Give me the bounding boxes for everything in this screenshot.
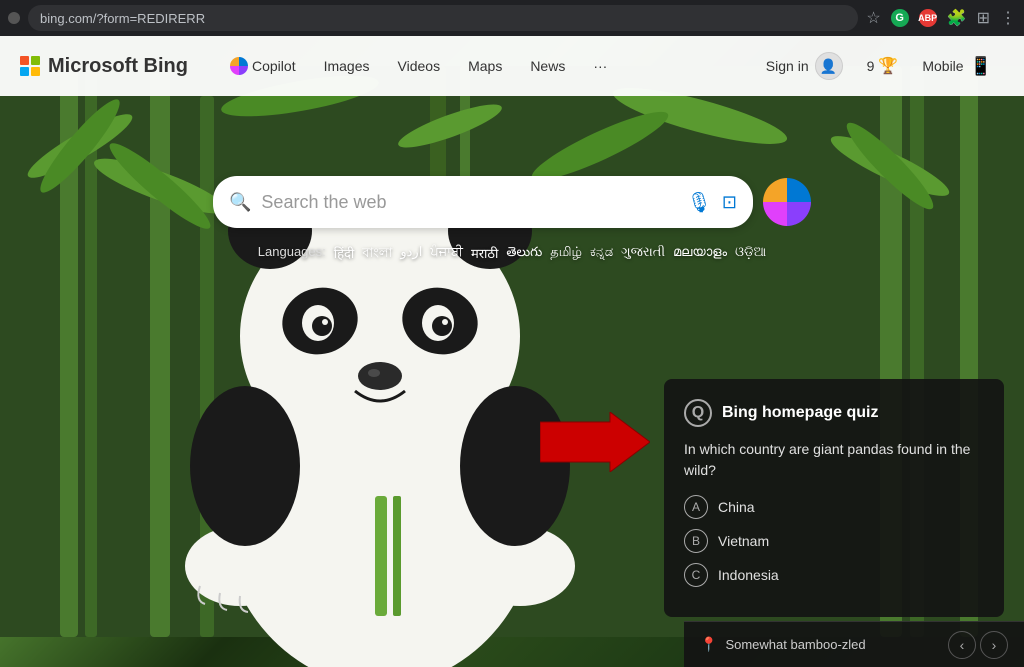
quiz-panel: Q Bing homepage quiz In which country ar…	[664, 379, 1004, 617]
location-text: Somewhat bamboo-zled	[725, 637, 865, 652]
nav-maps[interactable]: Maps	[456, 52, 514, 80]
microsoft-squares-icon	[20, 56, 40, 76]
lang-odia[interactable]: ଓଡ଼ିଆ	[735, 244, 766, 265]
lang-kannada[interactable]: ಕನ್ನಡ	[590, 244, 613, 265]
browser-toolbar: ☆ G ABP 🧩 ⊞ ⋮	[866, 8, 1016, 28]
option-c-text: Indonesia	[718, 567, 779, 583]
sidebar-icon[interactable]: ⊞	[977, 8, 990, 28]
prev-arrow-button[interactable]: ‹	[948, 631, 976, 659]
bing-logo-text: Microsoft Bing	[48, 55, 188, 78]
quiz-option-a[interactable]: A China	[684, 495, 984, 519]
address-text: bing.com/?form=REDIRERR	[40, 11, 205, 26]
ms-square-green	[31, 56, 40, 65]
bing-logo[interactable]: Microsoft Bing	[20, 55, 188, 78]
mobile-phone-icon: 📱	[970, 56, 992, 77]
microphone-icon[interactable]: 🎙	[687, 190, 712, 215]
option-b-text: Vietnam	[718, 533, 769, 549]
search-area: 🔍 🎙 ⊡ Languages: हिंदी বাংলা اردو ਪੰਜਾਬੀ…	[0, 96, 1024, 265]
lang-urdu[interactable]: اردو	[400, 244, 422, 265]
nav-news-label: News	[530, 58, 565, 74]
ms-square-red	[20, 56, 29, 65]
nav-images[interactable]: Images	[312, 52, 382, 80]
lang-marathi[interactable]: मराठी	[471, 244, 498, 265]
nav-maps-label: Maps	[468, 58, 502, 74]
trophy-icon: 🏆	[878, 56, 898, 76]
search-input[interactable]	[261, 192, 676, 213]
copilot-icon	[230, 57, 248, 75]
quiz-question: In which country are giant pandas found …	[684, 439, 984, 481]
lang-malayalam[interactable]: മലയാളം	[673, 244, 727, 265]
browser-chrome: bing.com/?form=REDIRERR ☆ G ABP 🧩 ⊞ ⋮	[0, 0, 1024, 36]
mobile-label: Mobile	[922, 58, 963, 74]
user-avatar-icon: 👤	[815, 52, 843, 80]
nav-copilot-label: Copilot	[252, 58, 296, 74]
quiz-icon: Q	[684, 399, 712, 427]
sign-in-button[interactable]: Sign in 👤	[754, 46, 855, 86]
option-c-circle: C	[684, 563, 708, 587]
copilot-button[interactable]	[763, 178, 811, 226]
mobile-button[interactable]: Mobile 📱	[910, 50, 1004, 83]
browser-dot	[8, 12, 20, 24]
next-arrow-button[interactable]: ›	[980, 631, 1008, 659]
sign-in-label: Sign in	[766, 58, 809, 74]
lang-hindi[interactable]: हिंदी	[334, 244, 355, 265]
bing-page: Microsoft Bing Copilot Images Videos Map…	[0, 36, 1024, 667]
lang-telugu[interactable]: తెలుగు	[506, 244, 542, 265]
browser-extension-icon[interactable]: 🧩	[947, 8, 967, 28]
search-icon: 🔍	[229, 192, 251, 213]
search-row: 🔍 🎙 ⊡	[213, 176, 811, 228]
option-b-circle: B	[684, 529, 708, 553]
camera-search-icon[interactable]: ⊡	[722, 192, 737, 213]
nav-right: Sign in 👤 9 🏆 Mobile 📱	[754, 46, 1004, 86]
languages-label: Languages:	[258, 244, 326, 265]
nav-links: Copilot Images Videos Maps News ···	[218, 51, 754, 81]
languages-bar: Languages: हिंदी বাংলা اردو ਪੰਜਾਬੀ मराठी…	[258, 244, 766, 265]
nav-videos[interactable]: Videos	[386, 52, 453, 80]
location-pin-icon: 📍	[700, 636, 717, 653]
more-icon[interactable]: ⋮	[1000, 8, 1016, 28]
option-a-circle: A	[684, 495, 708, 519]
nav-videos-label: Videos	[398, 58, 441, 74]
navbar: Microsoft Bing Copilot Images Videos Map…	[0, 36, 1024, 96]
location-info: 📍 Somewhat bamboo-zled	[700, 636, 866, 653]
lang-punjabi[interactable]: ਪੰਜਾਬੀ	[430, 244, 463, 265]
lang-tamil[interactable]: தமிழ்	[550, 244, 582, 265]
adblock-extension-icon[interactable]: ABP	[919, 9, 937, 27]
points-value: 9	[867, 58, 875, 74]
nav-more[interactable]: ···	[581, 52, 619, 80]
bottom-bar: 📍 Somewhat bamboo-zled ‹ ›	[684, 621, 1024, 667]
browser-tab-bar	[8, 12, 20, 24]
red-arrow-icon	[540, 412, 650, 472]
nav-arrows: ‹ ›	[948, 631, 1008, 659]
quiz-option-b[interactable]: B Vietnam	[684, 529, 984, 553]
ms-square-yellow	[31, 67, 40, 76]
search-box[interactable]: 🔍 🎙 ⊡	[213, 176, 753, 228]
nav-more-label: ···	[593, 58, 607, 74]
bookmark-icon[interactable]: ☆	[866, 8, 880, 28]
ms-square-blue	[20, 67, 29, 76]
quiz-option-c[interactable]: C Indonesia	[684, 563, 984, 587]
quiz-title-text: Bing homepage quiz	[722, 404, 878, 422]
nav-copilot[interactable]: Copilot	[218, 51, 308, 81]
red-arrow-container	[540, 412, 650, 477]
grammarly-extension-icon[interactable]: G	[891, 9, 909, 27]
nav-news[interactable]: News	[518, 52, 577, 80]
quiz-title: Q Bing homepage quiz	[684, 399, 984, 427]
points-badge[interactable]: 9 🏆	[867, 56, 899, 76]
address-bar[interactable]: bing.com/?form=REDIRERR	[28, 5, 858, 31]
nav-images-label: Images	[324, 58, 370, 74]
lang-gujarati[interactable]: ગુજરાતી	[621, 244, 665, 265]
option-a-text: China	[718, 499, 755, 515]
lang-bangla[interactable]: বাংলা	[362, 244, 392, 265]
